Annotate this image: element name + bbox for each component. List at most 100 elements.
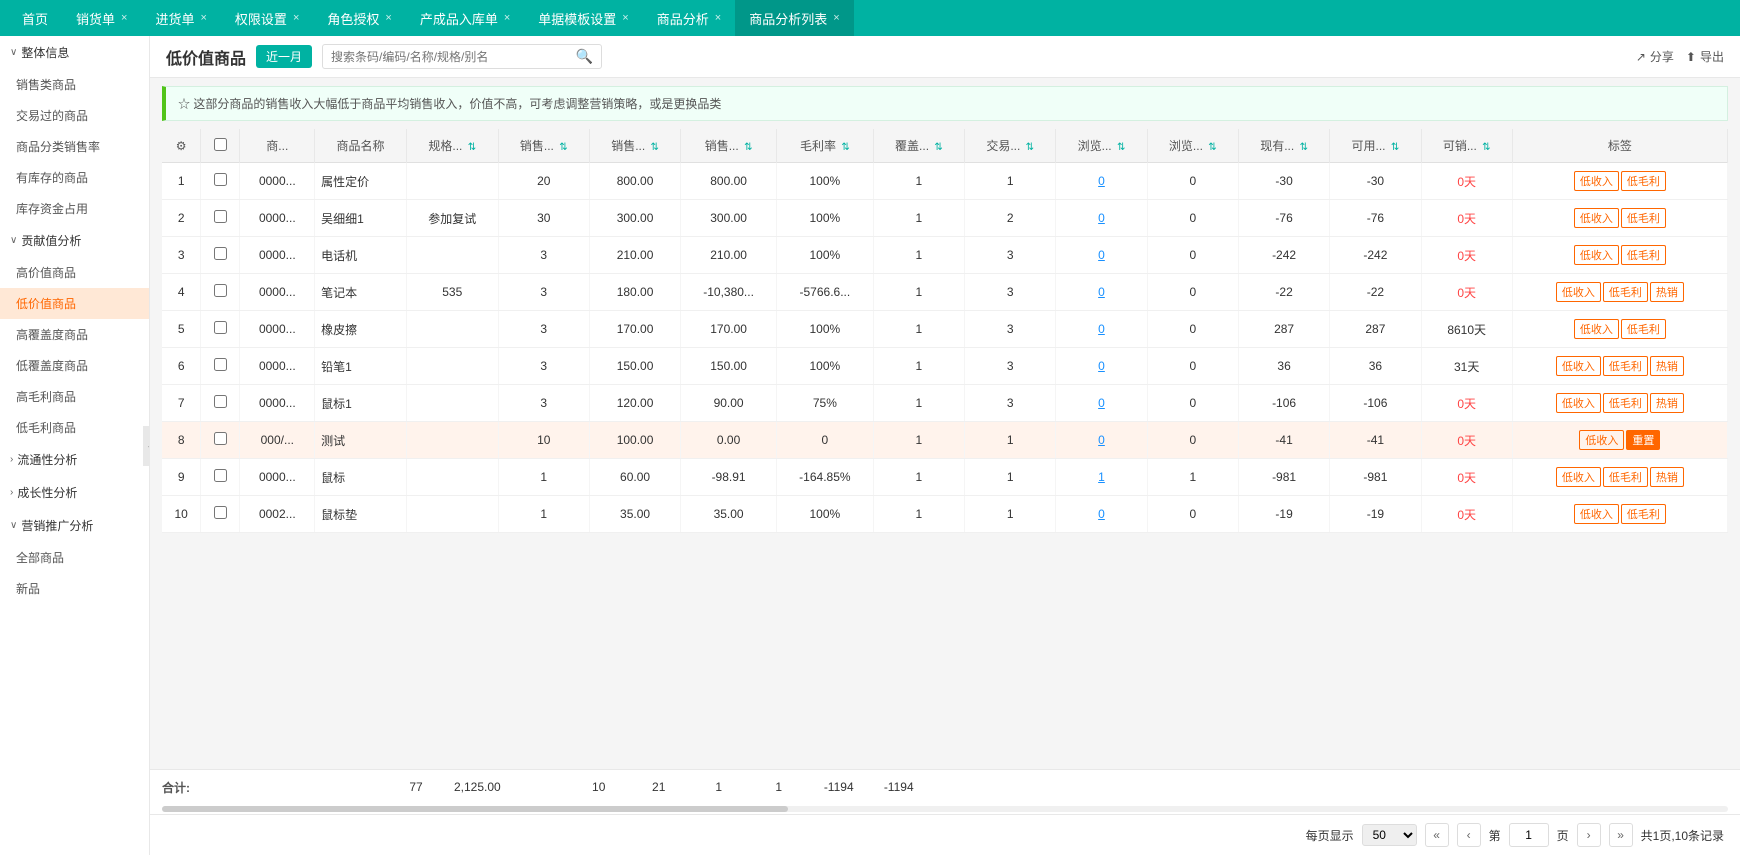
row-checkbox[interactable] <box>214 321 227 334</box>
nav-item-商品分析列表[interactable]: 商品分析列表× <box>735 0 853 36</box>
nav-close-icon[interactable]: × <box>121 12 127 24</box>
page-size-select[interactable]: 50 100 200 <box>1362 824 1417 846</box>
sidebar-item-交易过的商品[interactable]: 交易过的商品 <box>0 100 149 131</box>
browse1-link[interactable]: 0 <box>1098 285 1105 299</box>
horizontal-scrollbar[interactable] <box>150 804 1740 814</box>
prev-page-button[interactable]: ‹ <box>1457 823 1481 847</box>
sidebar-item-低价值商品[interactable]: 低价值商品 <box>0 288 149 319</box>
browse1-link[interactable]: 0 <box>1098 359 1105 373</box>
td-browse1[interactable]: 0 <box>1056 274 1147 311</box>
sidebar-item-高覆盖度商品[interactable]: 高覆盖度商品 <box>0 319 149 350</box>
nav-close-icon[interactable]: × <box>293 12 299 24</box>
td-checkbox[interactable] <box>201 311 240 348</box>
nav-close-icon[interactable]: × <box>385 12 391 24</box>
scrollbar-thumb[interactable] <box>162 806 788 812</box>
browse1-link[interactable]: 0 <box>1098 174 1105 188</box>
td-checkbox[interactable] <box>201 422 240 459</box>
export-button[interactable]: ⬆ 导出 <box>1686 48 1724 65</box>
first-page-button[interactable]: « <box>1425 823 1449 847</box>
current-page-input[interactable] <box>1509 823 1549 847</box>
sidebar-collapse-button[interactable]: ‹ <box>143 426 150 466</box>
td-sales-amt2: -98.91 <box>681 459 777 496</box>
td-days: 0天 <box>1421 459 1512 496</box>
row-checkbox[interactable] <box>214 506 227 519</box>
nav-close-icon[interactable]: × <box>200 12 206 24</box>
nav-close-icon[interactable]: × <box>504 12 510 24</box>
row-checkbox[interactable] <box>214 358 227 371</box>
nav-item-销货单[interactable]: 销货单× <box>62 0 141 36</box>
td-gross-rate: 75% <box>776 385 873 422</box>
browse1-link[interactable]: 0 <box>1098 322 1105 336</box>
td-checkbox[interactable] <box>201 348 240 385</box>
nav-item-单据模板设置[interactable]: 单据模板设置× <box>524 0 642 36</box>
td-browse1[interactable]: 1 <box>1056 459 1147 496</box>
td-browse2: 0 <box>1147 348 1238 385</box>
td-sales-amt2: 800.00 <box>681 163 777 200</box>
td-browse1[interactable]: 0 <box>1056 200 1147 237</box>
sidebar-item-低覆盖度商品[interactable]: 低覆盖度商品 <box>0 350 149 381</box>
td-checkbox[interactable] <box>201 163 240 200</box>
nav-close-icon[interactable]: × <box>715 12 721 24</box>
time-filter-button[interactable]: 近一月 <box>256 45 312 68</box>
td-browse1[interactable]: 0 <box>1056 163 1147 200</box>
nav-close-icon[interactable]: × <box>833 12 839 24</box>
td-checkbox[interactable] <box>201 385 240 422</box>
th-checkbox[interactable] <box>201 129 240 163</box>
row-checkbox[interactable] <box>214 247 227 260</box>
browse1-link[interactable]: 0 <box>1098 396 1105 410</box>
row-checkbox[interactable] <box>214 469 227 482</box>
td-browse1[interactable]: 0 <box>1056 422 1147 459</box>
sidebar-group-流通性分析[interactable]: ›流通性分析 <box>0 443 149 476</box>
sidebar-group-贡献值分析[interactable]: ∨贡献值分析 <box>0 224 149 257</box>
td-browse1[interactable]: 0 <box>1056 496 1147 533</box>
td-checkbox[interactable] <box>201 459 240 496</box>
td-checkbox[interactable] <box>201 200 240 237</box>
row-checkbox[interactable] <box>214 173 227 186</box>
browse1-link[interactable]: 0 <box>1098 433 1105 447</box>
sidebar-group-营销推广分析[interactable]: ∨营销推广分析 <box>0 509 149 542</box>
sidebar-item-全部商品[interactable]: 全部商品 <box>0 542 149 573</box>
browse1-link[interactable]: 0 <box>1098 211 1105 225</box>
last-page-button[interactable]: » <box>1609 823 1633 847</box>
table-container[interactable]: ⚙ 商... 商品名称 规格... ⇅ 销售... ⇅ 销售... ⇅ 销售..… <box>162 129 1728 769</box>
browse1-link[interactable]: 0 <box>1098 507 1105 521</box>
td-checkbox[interactable] <box>201 274 240 311</box>
sidebar-item-有库存的商品[interactable]: 有库存的商品 <box>0 162 149 193</box>
sidebar-item-高价值商品[interactable]: 高价值商品 <box>0 257 149 288</box>
sidebar-item-新品[interactable]: 新品 <box>0 573 149 604</box>
td-browse1[interactable]: 0 <box>1056 348 1147 385</box>
nav-close-icon[interactable]: × <box>622 12 628 24</box>
search-input[interactable] <box>331 50 576 64</box>
nav-item-首页[interactable]: 首页 <box>8 0 62 36</box>
sidebar-group-整体信息[interactable]: ∨整体信息 <box>0 36 149 69</box>
row-checkbox[interactable] <box>214 284 227 297</box>
td-checkbox[interactable] <box>201 237 240 274</box>
sidebar-group-成长性分析[interactable]: ›成长性分析 <box>0 476 149 509</box>
sidebar-item-销售类商品[interactable]: 销售类商品 <box>0 69 149 100</box>
row-checkbox[interactable] <box>214 210 227 223</box>
next-page-button[interactable]: › <box>1577 823 1601 847</box>
th-browse2: 浏览... ⇅ <box>1147 129 1238 163</box>
td-browse1[interactable]: 0 <box>1056 385 1147 422</box>
sidebar-item-商品分类销售率[interactable]: 商品分类销售率 <box>0 131 149 162</box>
sidebar-item-库存资金占用[interactable]: 库存资金占用 <box>0 193 149 224</box>
browse1-link[interactable]: 1 <box>1098 470 1105 484</box>
nav-item-产成品入库单[interactable]: 产成品入库单× <box>406 0 524 36</box>
td-trade: 1 <box>965 459 1056 496</box>
td-checkbox[interactable] <box>201 496 240 533</box>
select-all-checkbox[interactable] <box>214 138 227 151</box>
sidebar-item-低毛利商品[interactable]: 低毛利商品 <box>0 412 149 443</box>
browse1-link[interactable]: 0 <box>1098 248 1105 262</box>
td-browse1[interactable]: 0 <box>1056 237 1147 274</box>
th-settings[interactable]: ⚙ <box>162 129 201 163</box>
row-checkbox[interactable] <box>214 395 227 408</box>
nav-item-进货单[interactable]: 进货单× <box>141 0 220 36</box>
td-browse1[interactable]: 0 <box>1056 311 1147 348</box>
nav-item-角色授权[interactable]: 角色授权× <box>313 0 405 36</box>
share-button[interactable]: ↗ 分享 <box>1636 48 1674 65</box>
search-icon[interactable]: 🔍 <box>576 48 593 65</box>
row-checkbox[interactable] <box>214 432 227 445</box>
sidebar-item-高毛利商品[interactable]: 高毛利商品 <box>0 381 149 412</box>
nav-item-商品分析[interactable]: 商品分析× <box>643 0 735 36</box>
nav-item-权限设置[interactable]: 权限设置× <box>221 0 313 36</box>
